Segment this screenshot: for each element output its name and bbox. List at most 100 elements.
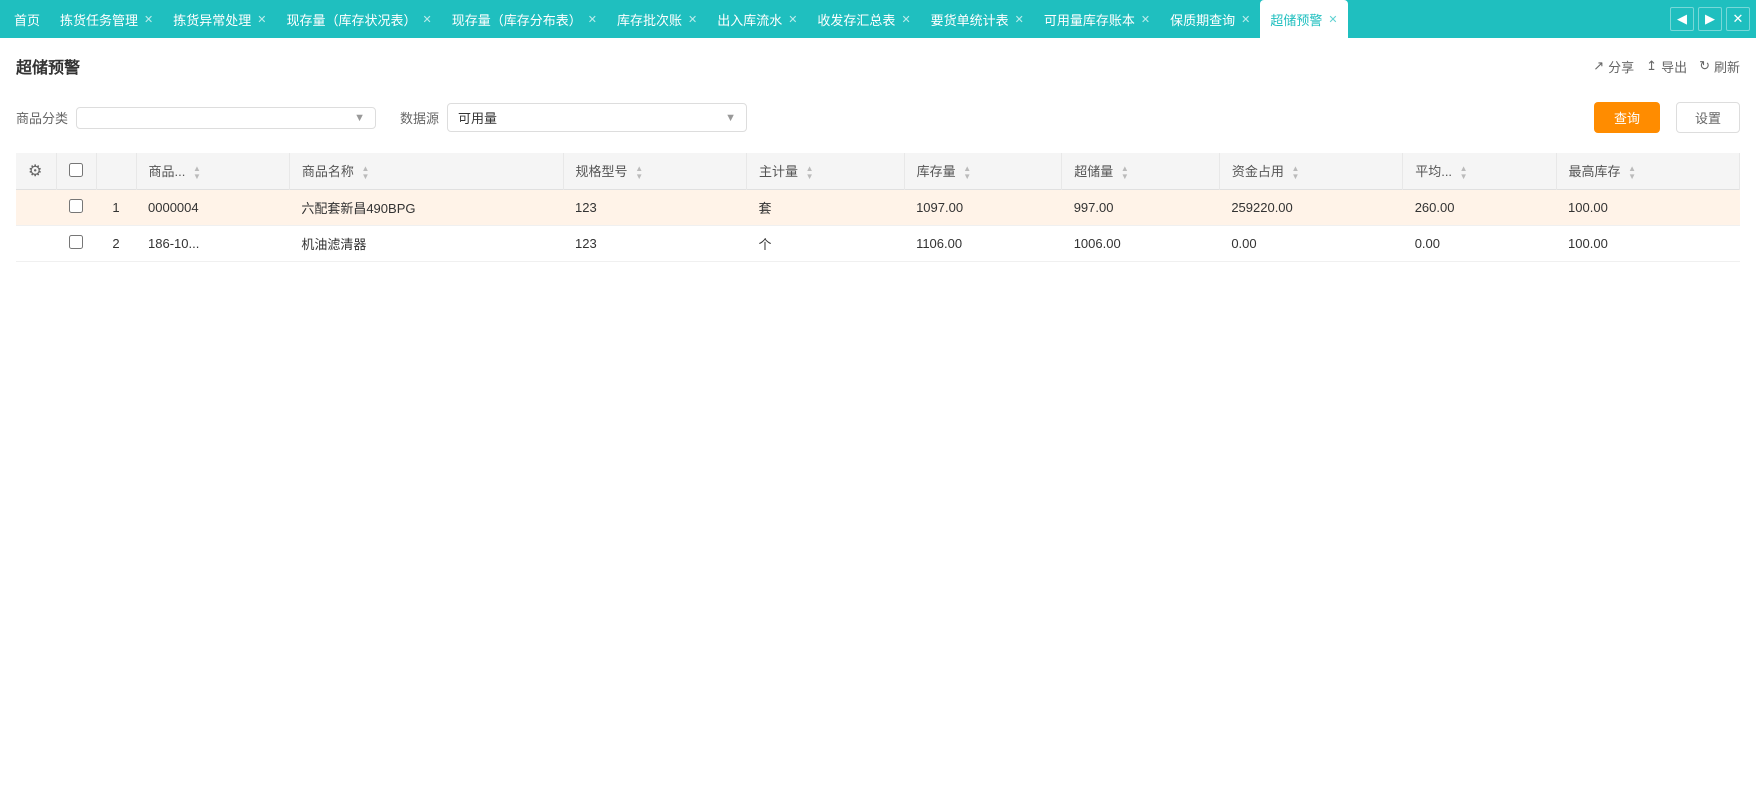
nav-item-inventory-dist[interactable]: 现存量（库存分布表） ✕ [442,0,607,38]
row-fund-usage: 0.00 [1219,226,1402,262]
table-row: 1 0000004 六配套新昌490BPG 123 套 1097.00 997.… [16,190,1740,226]
row-product-code: 186-10... [136,226,289,262]
nav-item-batch-account[interactable]: 库存批次账 ✕ [607,0,707,38]
col-settings[interactable]: ⚙ [16,153,56,190]
row-stock: 1106.00 [904,226,1062,262]
row-fund-usage: 259220.00 [1219,190,1402,226]
data-table: ⚙ 商品... ▲▼ 商品名称 ▲▼ 规格型号 ▲▼ [16,153,1740,262]
settings-button[interactable]: 设置 [1676,102,1740,133]
refresh-icon: ↻ [1699,58,1710,74]
row-avg: 0.00 [1403,226,1556,262]
sort-icon: ▲▼ [1460,165,1468,181]
close-icon[interactable]: ✕ [1328,13,1337,26]
col-stock[interactable]: 库存量 ▲▼ [904,153,1062,190]
table-row: 2 186-10... 机油滤清器 123 个 1106.00 1006.00 … [16,226,1740,262]
query-button[interactable]: 查询 [1594,102,1660,133]
refresh-button[interactable]: ↻ 刷新 [1699,57,1740,76]
sort-icon: ▲▼ [1291,165,1299,181]
close-icon[interactable]: ✕ [1141,13,1150,26]
sort-icon: ▲▼ [1628,165,1636,181]
row-product-name: 机油滤清器 [289,226,563,262]
row-avg: 260.00 [1403,190,1556,226]
nav-prev-button[interactable]: ◀ [1670,7,1694,31]
sort-icon: ▲▼ [1121,165,1129,181]
nav-item-collect-summary[interactable]: 收发存汇总表 ✕ [807,0,920,38]
row-overstock: 997.00 [1062,190,1220,226]
close-icon[interactable]: ✕ [788,13,797,26]
nav-item-inventory-status[interactable]: 现存量（库存状况表） ✕ [276,0,441,38]
row-spec: 123 [563,226,746,262]
row-product-name: 六配套新昌490BPG [289,190,563,226]
row-checkbox[interactable] [69,235,83,249]
nav-item-inout-flow[interactable]: 出入库流水 ✕ [707,0,807,38]
close-icon[interactable]: ✕ [1241,13,1250,26]
row-checkbox-cell[interactable] [56,190,96,226]
category-filter: 商品分类 ▼ [16,107,376,129]
row-overstock: 1006.00 [1062,226,1220,262]
col-max-stock[interactable]: 最高库存 ▲▼ [1556,153,1739,190]
close-icon[interactable]: ✕ [588,13,597,26]
datasource-select[interactable]: 可用量 ▼ [447,103,747,132]
filter-row: 商品分类 ▼ 数据源 可用量 ▼ 查询 设置 [16,94,1740,141]
col-product-name[interactable]: 商品名称 ▲▼ [289,153,563,190]
row-max-stock: 100.00 [1556,190,1739,226]
nav-item-order-stats[interactable]: 要货单统计表 ✕ [921,0,1034,38]
row-spec: 123 [563,190,746,226]
sort-icon: ▲▼ [361,165,369,181]
row-checkbox[interactable] [69,199,83,213]
filter-actions: 查询 设置 [1594,102,1740,133]
table-header-row: ⚙ 商品... ▲▼ 商品名称 ▲▼ 规格型号 ▲▼ [16,153,1740,190]
select-all-checkbox[interactable] [69,163,83,177]
row-checkbox-cell[interactable] [56,226,96,262]
page-header: 超储预警 ↗ 分享 ↥ 导出 ↻ 刷新 [16,54,1740,78]
category-label: 商品分类 [16,108,68,127]
row-index: 2 [96,226,136,262]
col-product-code[interactable]: 商品... ▲▼ [136,153,289,190]
main-content: 超储预警 ↗ 分享 ↥ 导出 ↻ 刷新 商品分类 ▼ 数据源 [0,38,1756,800]
close-icon[interactable]: ✕ [901,13,910,26]
nav-next-button[interactable]: ▶ [1698,7,1722,31]
col-index [96,153,136,190]
close-icon[interactable]: ✕ [1015,13,1024,26]
row-product-code: 0000004 [136,190,289,226]
col-fund-usage[interactable]: 资金占用 ▲▼ [1219,153,1402,190]
nav-item-quality-check[interactable]: 保质期查询 ✕ [1160,0,1260,38]
top-navigation: 首页 拣货任务管理 ✕ 拣货异常处理 ✕ 现存量（库存状况表） ✕ 现存量（库存… [0,0,1756,38]
export-icon: ↥ [1646,58,1657,74]
share-icon: ↗ [1593,58,1604,74]
sort-icon: ▲▼ [635,165,643,181]
header-actions: ↗ 分享 ↥ 导出 ↻ 刷新 [1593,57,1740,76]
export-button[interactable]: ↥ 导出 [1646,57,1687,76]
share-button[interactable]: ↗ 分享 [1593,57,1634,76]
datasource-label: 数据源 [400,108,439,127]
sort-icon: ▲▼ [806,165,814,181]
nav-arrows: ◀ ▶ ✕ [1668,7,1752,31]
row-index: 1 [96,190,136,226]
category-select[interactable]: ▼ [76,107,376,129]
nav-close-button[interactable]: ✕ [1726,7,1750,31]
row-stock: 1097.00 [904,190,1062,226]
nav-item-home[interactable]: 首页 [4,0,50,38]
chevron-down-icon: ▼ [354,112,365,124]
nav-item-available-ledger[interactable]: 可用量库存账本 ✕ [1034,0,1160,38]
datasource-value: 可用量 [458,108,497,127]
sort-icon: ▲▼ [963,165,971,181]
close-icon[interactable]: ✕ [688,13,697,26]
nav-item-abnormal[interactable]: 拣货异常处理 ✕ [163,0,276,38]
row-settings-cell [16,226,56,262]
col-avg[interactable]: 平均... ▲▼ [1403,153,1556,190]
close-icon[interactable]: ✕ [423,13,432,26]
page-title: 超储预警 [16,54,80,78]
gear-icon[interactable]: ⚙ [28,161,42,181]
col-overstock[interactable]: 超储量 ▲▼ [1062,153,1220,190]
row-settings-cell [16,190,56,226]
col-unit[interactable]: 主计量 ▲▼ [746,153,904,190]
close-icon[interactable]: ✕ [144,13,153,26]
datasource-filter: 数据源 可用量 ▼ [400,103,747,132]
nav-item-overstock-alert[interactable]: 超储预警 ✕ [1260,0,1347,38]
nav-item-task-mgmt[interactable]: 拣货任务管理 ✕ [50,0,163,38]
close-icon[interactable]: ✕ [257,13,266,26]
row-max-stock: 100.00 [1556,226,1739,262]
col-spec[interactable]: 规格型号 ▲▼ [563,153,746,190]
col-checkbox[interactable] [56,153,96,190]
